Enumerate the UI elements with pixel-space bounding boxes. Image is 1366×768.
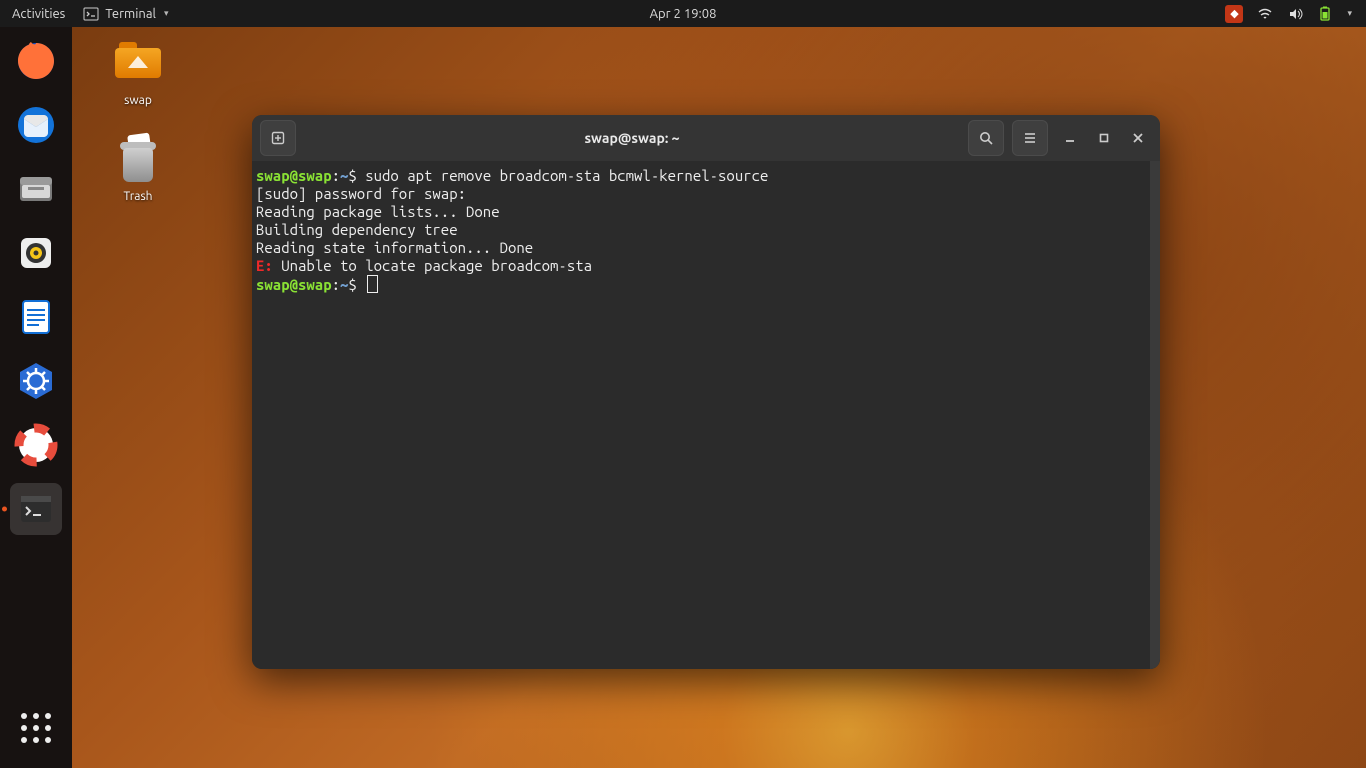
terminal-icon [83,6,99,22]
search-button[interactable] [968,120,1004,156]
dock-item-files[interactable] [10,163,62,215]
desktop-icon-label: Trash [98,190,178,203]
minimize-button[interactable] [1056,124,1084,152]
maximize-button[interactable] [1090,124,1118,152]
dock-item-thunderbird[interactable] [10,99,62,151]
activities-button[interactable]: Activities [12,7,65,21]
app-menu[interactable]: Terminal ▾ [83,6,168,22]
dock [0,27,72,768]
scrollbar[interactable] [1150,161,1160,669]
dock-item-settings[interactable] [10,355,62,407]
show-applications-button[interactable] [10,702,62,754]
wifi-icon [1257,6,1273,22]
close-button[interactable] [1124,124,1152,152]
dock-item-help[interactable] [10,419,62,471]
battery-icon [1317,6,1333,22]
dock-item-firefox[interactable] [10,35,62,87]
app-menu-label: Terminal [105,7,156,21]
chevron-down-icon: ▾ [1347,8,1352,19]
dock-item-terminal[interactable] [10,483,62,535]
dock-item-writer[interactable] [10,291,62,343]
system-tray[interactable]: ◆ ▾ [1225,5,1366,23]
new-tab-button[interactable] [260,120,296,156]
hamburger-menu-button[interactable] [1012,120,1048,156]
terminal-output: swap@swap:~$ sudo apt remove broadcom-st… [256,167,1148,665]
volume-icon [1287,6,1303,22]
terminal-window: swap@swap: ~ swap@swap:~$ sudo apt remov… [252,115,1160,669]
window-title: swap@swap: ~ [304,130,960,146]
dock-item-rhythmbox[interactable] [10,227,62,279]
cursor [367,275,378,293]
desktop-icon-label: swap [98,94,178,107]
clock[interactable]: Apr 2 19:08 [650,7,717,21]
top-bar: Activities Terminal ▾ Apr 2 19:08 ◆ ▾ [0,0,1366,27]
chevron-down-icon: ▾ [164,8,169,19]
desktop-icon-trash[interactable]: Trash [98,138,178,203]
terminal-titlebar[interactable]: swap@swap: ~ [252,115,1160,161]
shield-icon[interactable]: ◆ [1225,5,1243,23]
terminal-body[interactable]: swap@swap:~$ sudo apt remove broadcom-st… [252,161,1160,669]
desktop-icon-home[interactable]: swap [98,36,178,107]
